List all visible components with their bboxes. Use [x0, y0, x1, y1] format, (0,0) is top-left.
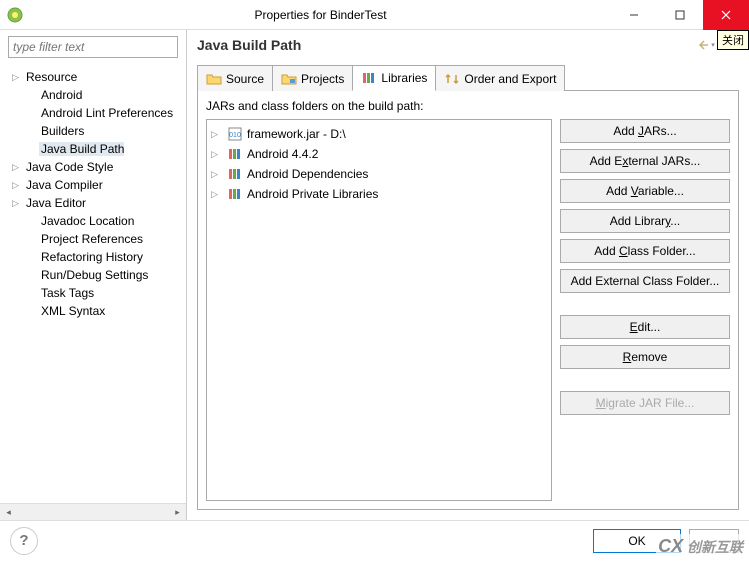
tab-projects[interactable]: Projects: [272, 65, 353, 91]
minimize-button[interactable]: [611, 0, 657, 30]
tree-item-refactoring-history[interactable]: Refactoring History: [12, 248, 186, 266]
watermark: CX 创新互联: [656, 534, 745, 559]
tree-item-run-debug-settings[interactable]: Run/Debug Settings: [12, 266, 186, 284]
tree-item-label: Project References: [39, 232, 143, 246]
scroll-right-arrow[interactable]: ▸: [169, 504, 186, 520]
left-panel: ▷ResourceAndroidAndroid Lint Preferences…: [0, 30, 187, 520]
tree-item-label: Task Tags: [39, 286, 94, 300]
close-tooltip: 关闭: [717, 30, 749, 50]
page-title: Java Build Path: [197, 37, 697, 53]
tab-label: Source: [226, 72, 264, 86]
tree-item-java-editor[interactable]: ▷Java Editor: [12, 194, 186, 212]
libraries-icon: [361, 70, 377, 86]
dialog-footer: ? OK: [0, 520, 749, 560]
tree-item-project-references[interactable]: Project References: [12, 230, 186, 248]
tree-item-task-tags[interactable]: Task Tags: [12, 284, 186, 302]
back-button[interactable]: ▾: [697, 36, 715, 54]
add-external-class-folder-button[interactable]: Add External Class Folder...: [560, 269, 730, 293]
add-library-button[interactable]: Add Library...: [560, 209, 730, 233]
libraries-list[interactable]: ▷ 010 framework.jar - D:\ ▷ Android 4.4.2 ▷ An…: [206, 119, 552, 501]
tree-item-label: Java Compiler: [24, 178, 103, 192]
add-jars-button[interactable]: Add JARs...: [560, 119, 730, 143]
tree-item-android[interactable]: Android: [12, 86, 186, 104]
tree-item-label: Java Code Style: [24, 160, 113, 174]
tab-label: Libraries: [381, 71, 427, 85]
tree-item-resource[interactable]: ▷Resource: [12, 68, 186, 86]
add-variable-button[interactable]: Add Variable...: [560, 179, 730, 203]
library-item-label: framework.jar - D:\: [247, 127, 346, 141]
tree-item-label: Android Lint Preferences: [39, 106, 173, 120]
library-item-label: Android Private Libraries: [247, 187, 378, 201]
library-item[interactable]: ▷ Android Private Libraries: [211, 184, 547, 204]
library-item-label: Android Dependencies: [247, 167, 368, 181]
tree-item-label: Android: [39, 88, 82, 102]
edit-button[interactable]: Edit...: [560, 315, 730, 339]
tree-item-label: Builders: [39, 124, 84, 138]
tree-item-label: Javadoc Location: [39, 214, 134, 228]
tree-expander-icon[interactable]: ▷: [12, 162, 24, 173]
tree-expander-icon[interactable]: ▷: [211, 189, 223, 200]
tree-expander-icon[interactable]: ▷: [12, 72, 24, 83]
tree-item-label: Run/Debug Settings: [39, 268, 148, 282]
tree-item-builders[interactable]: Builders: [12, 122, 186, 140]
tree-item-label: Refactoring History: [39, 250, 143, 264]
remove-button[interactable]: Remove: [560, 345, 730, 369]
tab-libraries[interactable]: Libraries: [352, 65, 436, 91]
tab-content: JARs and class folders on the build path…: [197, 90, 739, 510]
source-icon: [206, 71, 222, 87]
window-title: Properties for BinderTest: [30, 8, 611, 22]
library-set-icon: [227, 146, 243, 162]
filter-input[interactable]: [8, 36, 178, 58]
library-item[interactable]: ▷ Android 4.4.2: [211, 144, 547, 164]
tree-expander-icon[interactable]: ▷: [12, 198, 24, 209]
close-button[interactable]: [703, 0, 749, 30]
jar-icon: 010: [227, 126, 243, 142]
svg-text:010: 010: [229, 132, 241, 139]
add-class-folder-button[interactable]: Add Class Folder...: [560, 239, 730, 263]
category-tree[interactable]: ▷ResourceAndroidAndroid Lint Preferences…: [0, 64, 186, 520]
order-icon: [444, 71, 460, 87]
library-item-label: Android 4.4.2: [247, 147, 318, 161]
tree-expander-icon[interactable]: ▷: [211, 129, 223, 140]
right-panel: Java Build Path ▾ ▾ SourceProjectsLibrar…: [187, 30, 749, 520]
libraries-description: JARs and class folders on the build path…: [206, 99, 730, 113]
tab-label: Projects: [301, 72, 344, 86]
tree-item-java-compiler[interactable]: ▷Java Compiler: [12, 176, 186, 194]
tab-bar: Source Projects Libraries Order and Export: [197, 65, 739, 91]
library-set-icon: [227, 186, 243, 202]
tab-label: Order and Export: [464, 72, 556, 86]
maximize-button[interactable]: [657, 0, 703, 30]
library-item[interactable]: ▷ Android Dependencies: [211, 164, 547, 184]
tab-order-and-export[interactable]: Order and Export: [435, 65, 565, 91]
tree-item-java-code-style[interactable]: ▷Java Code Style: [12, 158, 186, 176]
migrate-jar-button[interactable]: Migrate JAR File...: [560, 391, 730, 415]
tree-expander-icon[interactable]: ▷: [12, 180, 24, 191]
help-icon[interactable]: ?: [10, 527, 38, 555]
scroll-left-arrow[interactable]: ◂: [0, 504, 17, 520]
tree-item-label: Java Editor: [24, 196, 86, 210]
tree-item-label: Resource: [24, 70, 77, 84]
tree-expander-icon[interactable]: ▷: [211, 169, 223, 180]
tree-item-label: Java Build Path: [39, 142, 124, 156]
library-set-icon: [227, 166, 243, 182]
app-icon: [0, 7, 30, 23]
tree-item-javadoc-location[interactable]: Javadoc Location: [12, 212, 186, 230]
title-bar: Properties for BinderTest: [0, 0, 749, 30]
projects-icon: [281, 71, 297, 87]
tree-item-label: XML Syntax: [39, 304, 105, 318]
tree-expander-icon[interactable]: ▷: [211, 149, 223, 160]
tab-source[interactable]: Source: [197, 65, 273, 91]
tree-item-android-lint-preferences[interactable]: Android Lint Preferences: [12, 104, 186, 122]
horizontal-scrollbar[interactable]: ◂ ▸: [0, 503, 186, 520]
library-item[interactable]: ▷ 010 framework.jar - D:\: [211, 124, 547, 144]
tree-item-java-build-path[interactable]: Java Build Path: [12, 140, 186, 158]
tree-item-xml-syntax[interactable]: XML Syntax: [12, 302, 186, 320]
add-external-jars-button[interactable]: Add External JARs...: [560, 149, 730, 173]
